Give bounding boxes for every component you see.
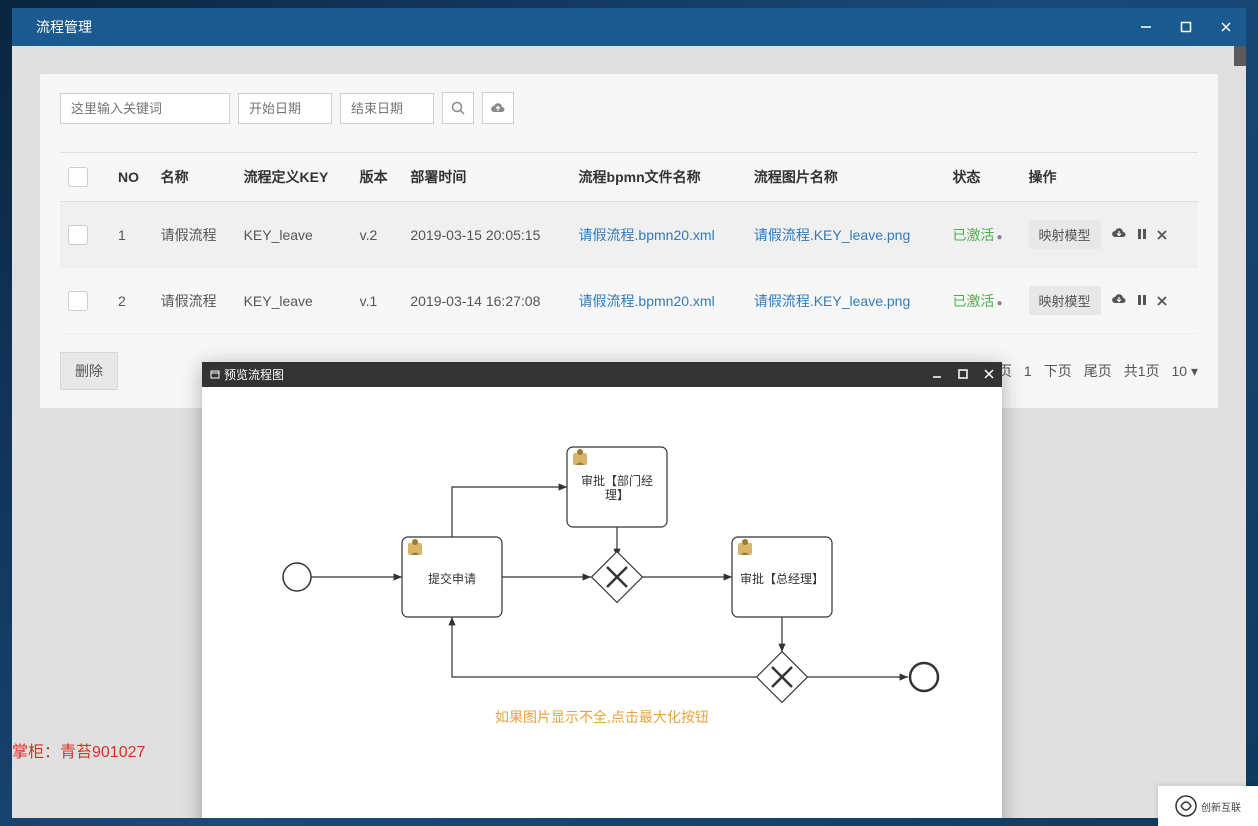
content-area: NO 名称 流程定义KEY 版本 部署时间 流程bpmn文件名称 流程图片名称 …	[12, 46, 1246, 818]
bpmn-file-link[interactable]: 请假流程.bpmn20.xml	[579, 227, 715, 243]
bpmn-file-link[interactable]: 请假流程.bpmn20.xml	[579, 293, 715, 309]
pause-icon[interactable]	[1137, 227, 1147, 243]
col-name: 名称	[153, 153, 236, 202]
row-actions: 映射模型	[1029, 220, 1190, 249]
status-badge: 已激活	[952, 293, 994, 309]
close-icon[interactable]	[1218, 19, 1234, 35]
cell-deploy-time: 2019-03-15 20:05:15	[402, 202, 570, 268]
status-dot-icon: ●	[996, 298, 1002, 309]
cell-no: 2	[110, 268, 153, 334]
table-header-row: NO 名称 流程定义KEY 版本 部署时间 流程bpmn文件名称 流程图片名称 …	[60, 153, 1198, 202]
cloud-upload-icon	[490, 101, 506, 115]
logo-text: 创新互联	[1201, 799, 1241, 814]
maximize-icon[interactable]	[1178, 19, 1194, 35]
page-number[interactable]: 1	[1024, 363, 1032, 379]
download-icon[interactable]	[1111, 226, 1127, 243]
pause-icon[interactable]	[1137, 293, 1147, 309]
delete-row-icon[interactable]	[1157, 293, 1167, 309]
modal-titlebar[interactable]: 预览流程图	[202, 362, 1002, 387]
titlebar: 流程管理	[12, 8, 1246, 46]
bpmn-diagram: 提交申请 审批【部门经 理】	[202, 387, 1002, 747]
process-table: NO 名称 流程定义KEY 版本 部署时间 流程bpmn文件名称 流程图片名称 …	[60, 152, 1198, 334]
bulk-delete-button[interactable]: 删除	[60, 352, 118, 390]
table-row: 2 请假流程 KEY_leave v.1 2019-03-14 16:27:08…	[60, 268, 1198, 334]
next-page[interactable]: 下页	[1044, 361, 1072, 381]
map-model-button[interactable]: 映射模型	[1029, 286, 1101, 315]
image-file-link[interactable]: 请假流程.KEY_leave.png	[754, 293, 910, 309]
svg-text:理】: 理】	[605, 488, 629, 502]
col-ops: 操作	[1021, 153, 1198, 202]
modal-hint-text: 如果图片显示不全,点击最大化按钮	[202, 707, 1002, 727]
search-icon	[451, 101, 465, 115]
window-controls	[1138, 19, 1234, 35]
filter-bar	[60, 92, 1198, 124]
col-deploy-time: 部署时间	[402, 153, 570, 202]
image-file-link[interactable]: 请假流程.KEY_leave.png	[754, 227, 910, 243]
total-pages: 共1页	[1124, 361, 1160, 381]
corner-logo: 创新互联	[1158, 786, 1258, 826]
preview-modal: 预览流程图	[202, 362, 1002, 818]
row-checkbox[interactable]	[68, 225, 88, 245]
watermark-text: 掌柜：青苔901027	[12, 738, 145, 762]
start-date-input[interactable]	[238, 93, 332, 124]
modal-close-icon[interactable]	[984, 368, 994, 382]
col-version: 版本	[352, 153, 403, 202]
modal-body: 提交申请 审批【部门经 理】	[202, 387, 1002, 818]
cell-version: v.2	[352, 202, 403, 268]
app-window: 流程管理	[12, 8, 1246, 818]
row-checkbox[interactable]	[68, 291, 88, 311]
scrollbar-thumb[interactable]	[1234, 46, 1246, 66]
search-button[interactable]	[442, 92, 474, 124]
download-icon[interactable]	[1111, 292, 1127, 309]
col-no: NO	[110, 153, 153, 202]
col-key: 流程定义KEY	[236, 153, 352, 202]
map-model-button[interactable]: 映射模型	[1029, 220, 1101, 249]
status-dot-icon: ●	[996, 232, 1002, 243]
keyword-input[interactable]	[60, 93, 230, 124]
delete-row-icon[interactable]	[1157, 227, 1167, 243]
window-title: 流程管理	[24, 17, 92, 37]
status-badge: 已激活	[952, 227, 994, 243]
modal-maximize-icon[interactable]	[958, 368, 968, 382]
cell-key: KEY_leave	[236, 202, 352, 268]
end-date-input[interactable]	[340, 93, 434, 124]
cell-version: v.1	[352, 268, 403, 334]
col-image-file: 流程图片名称	[746, 153, 945, 202]
logo-icon	[1175, 795, 1197, 817]
minimize-icon[interactable]	[1138, 19, 1154, 35]
cell-name: 请假流程	[153, 202, 236, 268]
last-page[interactable]: 尾页	[1084, 361, 1112, 381]
select-all-checkbox[interactable]	[68, 167, 88, 187]
modal-icon	[210, 368, 220, 382]
cell-name: 请假流程	[153, 268, 236, 334]
page-size-select[interactable]: 10 ▾	[1172, 363, 1199, 380]
col-status: 状态	[944, 153, 1020, 202]
col-bpmn-file: 流程bpmn文件名称	[571, 153, 746, 202]
svg-text:审批【部门经: 审批【部门经	[581, 473, 653, 488]
svg-text:审批【总经理】: 审批【总经理】	[740, 571, 824, 586]
task-submit-label: 提交申请	[428, 571, 476, 586]
row-actions: 映射模型	[1029, 286, 1190, 315]
pagination: 上页 1 下页 尾页 共1页 10 ▾	[984, 361, 1198, 381]
modal-minimize-icon[interactable]	[932, 368, 942, 382]
modal-title-text: 预览流程图	[224, 366, 284, 383]
table-row: 1 请假流程 KEY_leave v.2 2019-03-15 20:05:15…	[60, 202, 1198, 268]
cell-key: KEY_leave	[236, 268, 352, 334]
cell-deploy-time: 2019-03-14 16:27:08	[402, 268, 570, 334]
cell-no: 1	[110, 202, 153, 268]
upload-button[interactable]	[482, 92, 514, 124]
main-panel: NO 名称 流程定义KEY 版本 部署时间 流程bpmn文件名称 流程图片名称 …	[40, 74, 1218, 408]
